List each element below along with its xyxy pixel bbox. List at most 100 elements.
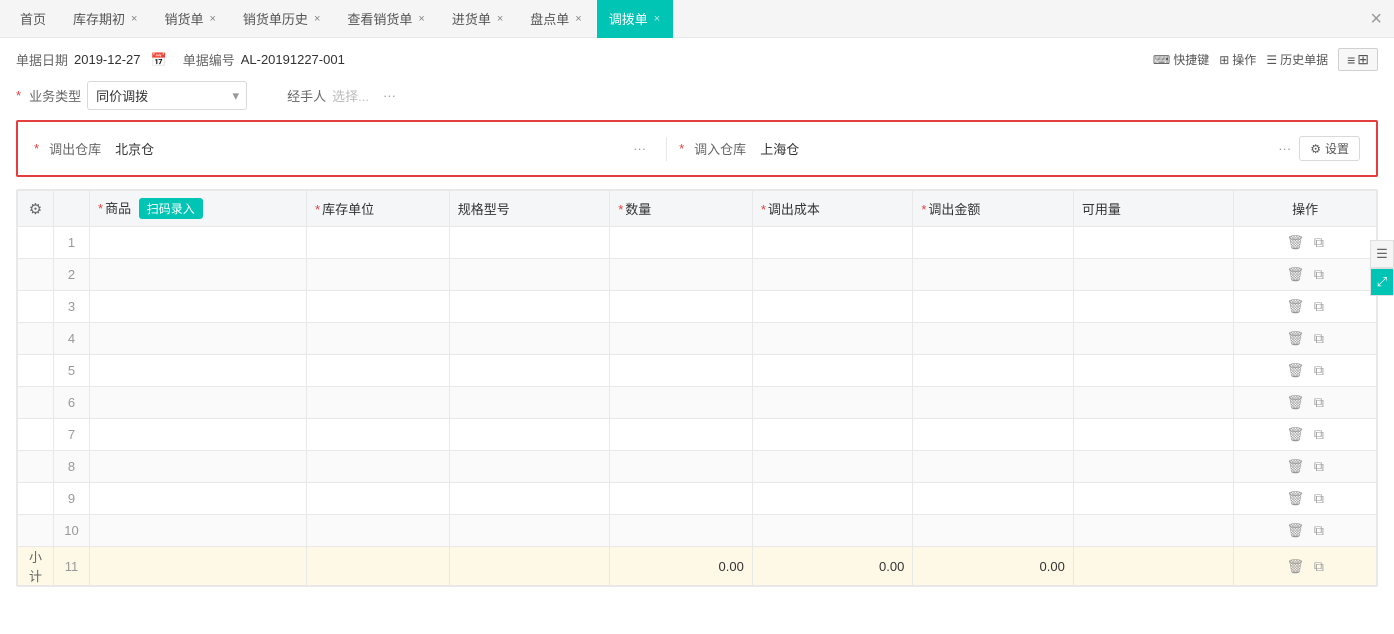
- product-cell[interactable]: [90, 419, 307, 451]
- trash-icon[interactable]: 🗑: [1286, 362, 1304, 378]
- spec-cell[interactable]: [449, 419, 609, 451]
- trash-icon[interactable]: 🗑: [1286, 426, 1304, 442]
- right-panel-list-button[interactable]: ☰: [1370, 240, 1394, 268]
- qty-cell[interactable]: [610, 259, 753, 291]
- product-cell[interactable]: [90, 323, 307, 355]
- history-button[interactable]: ☰ 历史单据: [1266, 51, 1328, 68]
- cost-cell[interactable]: [752, 483, 912, 515]
- copy-icon[interactable]: ⧉: [1314, 298, 1324, 314]
- amount-cell[interactable]: [913, 259, 1073, 291]
- tab-close-icon[interactable]: ×: [209, 13, 215, 25]
- qty-cell[interactable]: [610, 515, 753, 547]
- spec-cell[interactable]: [449, 451, 609, 483]
- calendar-icon[interactable]: 📅: [151, 52, 167, 68]
- transfer-in-dots-button[interactable]: ···: [1270, 141, 1299, 156]
- cost-cell[interactable]: [752, 515, 912, 547]
- layout-toggle[interactable]: ≡ ⊞: [1338, 48, 1378, 71]
- tab-home[interactable]: 首页: [8, 0, 59, 38]
- tab-close-icon[interactable]: ×: [575, 13, 581, 25]
- trash-icon[interactable]: 🗑: [1286, 266, 1304, 282]
- operation-button[interactable]: ⊞ 操作: [1219, 51, 1256, 68]
- copy-icon[interactable]: ⧉: [1314, 490, 1324, 506]
- amount-cell[interactable]: [913, 323, 1073, 355]
- copy-icon[interactable]: ⧉: [1314, 266, 1324, 282]
- table-gear-icon[interactable]: ⚙: [29, 201, 42, 218]
- product-cell[interactable]: [90, 515, 307, 547]
- qty-cell[interactable]: [610, 291, 753, 323]
- trash-icon[interactable]: 🗑: [1286, 330, 1304, 346]
- trash-icon[interactable]: 🗑: [1286, 490, 1304, 506]
- product-cell[interactable]: [90, 355, 307, 387]
- cost-cell[interactable]: [752, 323, 912, 355]
- product-cell[interactable]: [90, 387, 307, 419]
- copy-icon[interactable]: ⧉: [1314, 394, 1324, 410]
- unit-cell[interactable]: [307, 483, 450, 515]
- handler-placeholder[interactable]: 选择...: [332, 86, 369, 105]
- trash-icon[interactable]: 🗑: [1286, 558, 1304, 574]
- qty-cell[interactable]: [610, 451, 753, 483]
- tab-close-icon[interactable]: ×: [497, 13, 503, 25]
- business-type-select[interactable]: 同价调拨: [87, 81, 247, 110]
- transfer-out-dots-button[interactable]: ···: [625, 141, 654, 156]
- copy-icon[interactable]: ⧉: [1314, 234, 1324, 250]
- amount-cell[interactable]: [913, 483, 1073, 515]
- amount-cell[interactable]: [913, 291, 1073, 323]
- unit-cell[interactable]: [307, 451, 450, 483]
- tab-view-sales[interactable]: 查看销货单×: [335, 0, 437, 38]
- qty-cell[interactable]: [610, 483, 753, 515]
- tab-transfer[interactable]: 调拨单×: [597, 0, 673, 38]
- unit-cell[interactable]: [307, 291, 450, 323]
- cost-cell[interactable]: [752, 259, 912, 291]
- unit-cell[interactable]: [307, 387, 450, 419]
- spec-cell[interactable]: [449, 355, 609, 387]
- trash-icon[interactable]: 🗑: [1286, 234, 1304, 250]
- cost-cell[interactable]: [752, 227, 912, 259]
- qty-cell[interactable]: [610, 323, 753, 355]
- amount-cell[interactable]: [913, 451, 1073, 483]
- product-cell[interactable]: [90, 291, 307, 323]
- product-cell[interactable]: [90, 483, 307, 515]
- cost-cell[interactable]: [752, 387, 912, 419]
- amount-cell[interactable]: [913, 387, 1073, 419]
- qty-cell[interactable]: [610, 227, 753, 259]
- copy-icon[interactable]: ⧉: [1314, 362, 1324, 378]
- qty-cell[interactable]: [610, 419, 753, 451]
- tab-close-icon[interactable]: ×: [131, 13, 137, 25]
- spec-cell[interactable]: [449, 483, 609, 515]
- copy-icon[interactable]: ⧉: [1314, 522, 1324, 538]
- unit-cell[interactable]: [307, 259, 450, 291]
- unit-cell[interactable]: [307, 227, 450, 259]
- trash-icon[interactable]: 🗑: [1286, 394, 1304, 410]
- tab-sales-history[interactable]: 销货单历史×: [231, 0, 333, 38]
- amount-cell[interactable]: [913, 355, 1073, 387]
- unit-cell[interactable]: [307, 515, 450, 547]
- spec-cell[interactable]: [449, 323, 609, 355]
- trash-icon[interactable]: 🗑: [1286, 522, 1304, 538]
- handler-dots-button[interactable]: ···: [383, 88, 396, 103]
- shortcut-button[interactable]: ⌨ 快捷键: [1153, 51, 1209, 68]
- window-close-button[interactable]: ×: [1370, 8, 1382, 31]
- cost-cell[interactable]: [752, 419, 912, 451]
- tab-inventory[interactable]: 盘点单×: [518, 0, 594, 38]
- spec-cell[interactable]: [449, 387, 609, 419]
- copy-icon[interactable]: ⧉: [1314, 330, 1324, 346]
- right-panel-expand-button[interactable]: ⤢: [1370, 268, 1394, 296]
- amount-cell[interactable]: [913, 419, 1073, 451]
- cost-cell[interactable]: [752, 451, 912, 483]
- qty-cell[interactable]: [610, 387, 753, 419]
- tab-close-icon[interactable]: ×: [418, 13, 424, 25]
- qty-cell[interactable]: [610, 355, 753, 387]
- tab-close-icon[interactable]: ×: [314, 13, 320, 25]
- spec-cell[interactable]: [449, 227, 609, 259]
- settings-button[interactable]: ⚙ 设置: [1299, 136, 1360, 161]
- spec-cell[interactable]: [449, 291, 609, 323]
- tab-initial-stock[interactable]: 库存期初×: [61, 0, 150, 38]
- unit-cell[interactable]: [307, 323, 450, 355]
- product-cell[interactable]: [90, 451, 307, 483]
- scan-button[interactable]: 扫码录入: [139, 198, 203, 219]
- cost-cell[interactable]: [752, 291, 912, 323]
- amount-cell[interactable]: [913, 227, 1073, 259]
- spec-cell[interactable]: [449, 515, 609, 547]
- product-cell[interactable]: [90, 259, 307, 291]
- copy-icon[interactable]: ⧉: [1314, 458, 1324, 474]
